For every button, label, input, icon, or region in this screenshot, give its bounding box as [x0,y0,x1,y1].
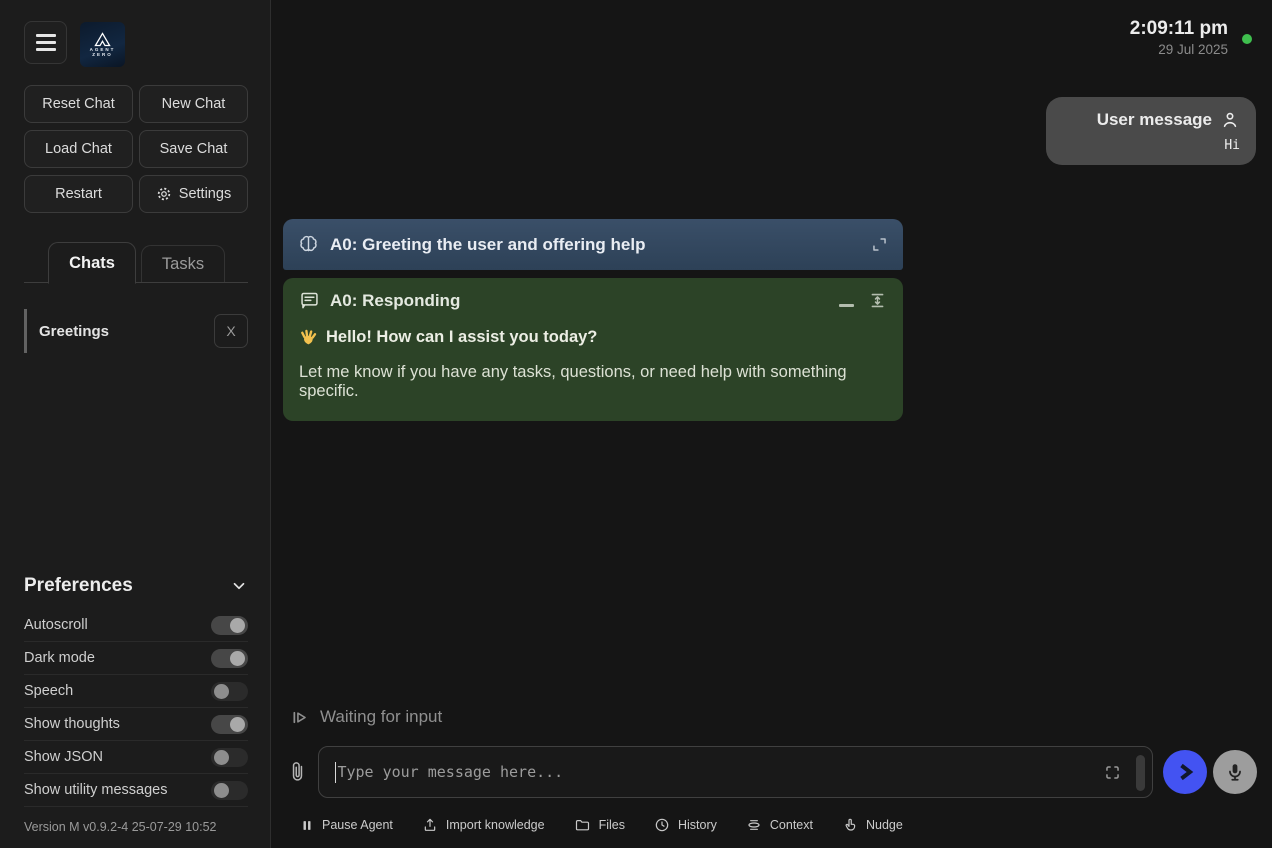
upload-icon [424,818,436,831]
nudge-button[interactable]: Nudge [842,817,903,833]
logo-triangle-icon [94,31,111,46]
hamburger-menu-button[interactable] [24,21,67,64]
logo-word-bottom: ZERO [92,52,113,57]
user-message-bubble: User message Hi [1046,97,1256,165]
attach-file-button[interactable] [285,757,311,787]
agent-status-text: Waiting for input [320,707,443,726]
files-button[interactable]: Files [574,817,625,833]
minimize-icon[interactable] [839,304,854,307]
tab-tasks[interactable]: Tasks [141,245,225,283]
pause-agent-button[interactable]: Pause Agent [300,818,393,833]
agent-response-greeting: Hello! How can I assist you today? [326,328,598,346]
agent-response-title: A0: Responding [330,290,461,310]
pref-row-show-json: Show JSON [24,741,248,774]
chat-main-area: 2:09:11 pm 29 Jul 2025 User message Hi A… [271,0,1272,848]
save-chat-button[interactable]: Save Chat [139,130,248,168]
chevron-down-icon[interactable] [230,577,248,595]
load-chat-button[interactable]: Load Chat [24,130,133,168]
pref-row-autoscroll: Autoscroll [24,609,248,642]
clock-date: 29 Jul 2025 [1158,42,1228,57]
agent-status: Waiting for input [290,707,442,727]
waving-hand-icon [301,329,317,345]
context-icon [748,820,760,830]
fullscreen-input-icon[interactable] [1103,763,1122,782]
preferences-title: Preferences [24,575,133,596]
agent-response-message: A0: Responding Hello! How can I assist y… [283,278,903,421]
waiting-icon [293,711,306,723]
pref-row-dark-mode: Dark mode [24,642,248,675]
speech-toggle[interactable] [211,681,248,701]
connection-status-dot [1242,34,1252,44]
sidebar-tabs: Chats Tasks [24,241,248,284]
send-button[interactable] [1163,750,1208,794]
brain-icon [300,235,317,252]
import-knowledge-button[interactable]: Import knowledge [422,817,545,833]
composer: Type your message here... [285,746,1257,798]
chat-close-button[interactable]: X [214,314,248,348]
show-thoughts-toggle[interactable] [211,714,248,734]
tab-chats[interactable]: Chats [48,242,136,284]
folder-icon [575,820,589,831]
expand-icon[interactable] [870,235,889,254]
pref-row-show-thoughts: Show thoughts [24,708,248,741]
agent-thought-title: A0: Greeting the user and offering help [330,234,646,254]
agent-thought-message: A0: Greeting the user and offering help [283,219,903,270]
autoscroll-toggle[interactable] [211,615,248,635]
settings-button[interactable]: Settings [139,175,248,213]
show-json-toggle[interactable] [211,747,248,767]
context-button[interactable]: Context [746,817,813,833]
expand-vertical-icon[interactable] [868,291,887,310]
agent-response-detail: Let me know if you have any tasks, quest… [299,363,847,400]
paperclip-icon [293,762,303,781]
user-message-text: Hi [1224,138,1240,153]
message-placeholder: Type your message here... [337,763,564,781]
restart-button[interactable]: Restart [24,175,133,213]
gear-icon [157,187,170,201]
show-utility-toggle[interactable] [211,780,248,800]
nudge-hand-icon [845,818,856,831]
chat-list: Greetings X [24,309,248,353]
sidebar: AGENT ZERO Reset Chat New Chat Load Chat… [0,0,271,848]
microphone-icon [1229,764,1241,781]
reset-chat-button[interactable]: Reset Chat [24,85,133,123]
user-message-title: User message [1096,110,1212,129]
chat-list-item-greetings[interactable]: Greetings X [24,309,248,353]
send-arrow-icon [1180,763,1194,781]
user-icon [1223,112,1237,128]
pref-row-show-utility: Show utility messages [24,774,248,807]
microphone-button[interactable] [1213,750,1257,794]
pref-row-speech: Speech [24,675,248,708]
hamburger-icon [35,34,56,37]
chat-message-icon [301,292,318,309]
history-button[interactable]: History [654,817,717,833]
clock: 2:09:11 pm 29 Jul 2025 [1130,18,1228,57]
settings-label: Settings [178,186,232,202]
history-icon [655,818,669,832]
agent-zero-logo: AGENT ZERO [80,22,125,67]
pause-icon [303,820,311,830]
text-caret [334,761,337,783]
agent-zero-app: AGENT ZERO Reset Chat New Chat Load Chat… [0,0,1272,848]
clock-time: 2:09:11 pm [1129,18,1228,39]
version-label: Version M v0.9.2-4 25-07-29 10:52 [24,820,217,834]
dark-mode-toggle[interactable] [211,648,248,668]
message-input[interactable]: Type your message here... [317,746,1154,798]
input-scrollbar[interactable] [1136,755,1146,791]
chat-item-name: Greetings [39,322,110,340]
bottom-toolbar: Pause Agent Import knowledge Files Histo… [300,817,903,833]
new-chat-button[interactable]: New Chat [139,85,248,123]
